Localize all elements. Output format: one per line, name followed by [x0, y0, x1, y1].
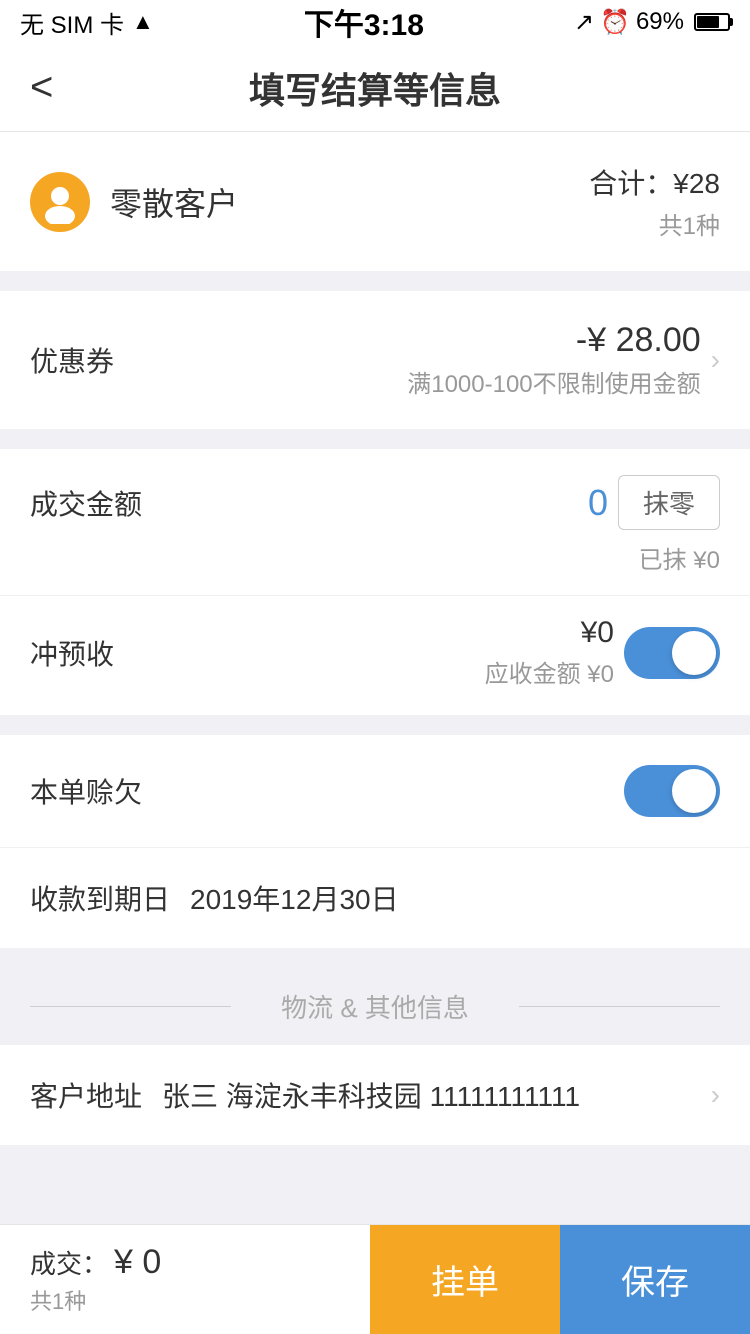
avatar	[30, 172, 90, 232]
address-value: 张三 海淀永丰科技园 11111111111	[162, 1075, 711, 1115]
bottom-amount: ¥ 0	[114, 1243, 161, 1282]
chevron-right-icon: ›	[711, 344, 720, 376]
coupon-row[interactable]: 优惠券 -¥ 28.00 满1000-100不限制使用金额 ›	[0, 291, 750, 429]
bottom-deal-label: 成交：	[30, 1244, 108, 1281]
customer-right: 合计：¥28 共1种	[589, 162, 720, 241]
debt-section: 本单赊欠 收款到期日 2019年12月30日	[0, 735, 750, 948]
bottom-deal-line: 成交： ¥ 0	[30, 1243, 340, 1282]
discount-amount: -¥ 28.00	[407, 321, 700, 360]
customer-left: 零散客户	[30, 172, 238, 232]
time-label: 下午3:18	[304, 0, 424, 44]
battery-icon	[694, 13, 730, 31]
back-button[interactable]: <	[30, 65, 53, 110]
logistics-label: 物流 & 其他信息	[281, 988, 469, 1025]
coupon-desc: 满1000-100不限制使用金额	[407, 364, 700, 399]
hold-button[interactable]: 挂单	[370, 1225, 560, 1334]
coupon-right: -¥ 28.00 满1000-100不限制使用金额 ›	[407, 321, 720, 399]
location-icon: ↗	[574, 8, 594, 37]
duedate-value: 2019年12月30日	[190, 878, 399, 918]
battery-label: 69%	[636, 8, 684, 36]
page-title: 填写结算等信息	[249, 62, 501, 114]
prepay-amount: ¥0	[485, 616, 614, 650]
divider-left	[30, 1006, 231, 1007]
status-bar: 无 SIM 卡 ▲ 下午3:18 ↗ ⏰ 69%	[0, 0, 750, 44]
bottom-bar: 成交： ¥ 0 共1种 挂单 保存	[0, 1224, 750, 1334]
debt-toggle[interactable]	[624, 765, 720, 817]
bottom-info: 成交： ¥ 0 共1种	[0, 1243, 370, 1316]
deal-label: 成交金额	[30, 483, 142, 523]
prepay-receivable: 应收金额 ¥0	[485, 654, 614, 689]
coupon-info: -¥ 28.00 满1000-100不限制使用金额	[407, 321, 700, 399]
prepay-right: ¥0 应收金额 ¥0	[485, 616, 720, 689]
save-button[interactable]: 保存	[560, 1225, 750, 1334]
content: 零散客户 合计：¥28 共1种 优惠券 -¥ 28.00 满1000-100不限…	[0, 132, 750, 1285]
toggle-knob	[672, 631, 716, 675]
customer-section: 零散客户 合计：¥28 共1种	[0, 132, 750, 271]
status-left: 无 SIM 卡 ▲	[20, 5, 154, 40]
deal-section: 成交金额 0 抹零 已抹 ¥0 冲预收 ¥0 应收金额 ¥0	[0, 449, 750, 715]
round-button[interactable]: 抹零	[618, 475, 720, 530]
debt-toggle-knob	[672, 769, 716, 813]
amount-right: 0 抹零	[588, 475, 720, 530]
already-rounded: 已抹 ¥0	[0, 540, 750, 595]
carrier-label: 无 SIM 卡	[20, 5, 124, 40]
status-right: ↗ ⏰ 69%	[574, 8, 730, 37]
address-label: 客户地址	[30, 1075, 142, 1115]
nav-bar: < 填写结算等信息	[0, 44, 750, 132]
customer-row: 零散客户 合计：¥28 共1种	[0, 132, 750, 271]
debt-label: 本单赊欠	[30, 771, 142, 811]
coupon-label: 优惠券	[30, 340, 114, 380]
address-row[interactable]: 客户地址 张三 海淀永丰科技园 11111111111 ›	[0, 1045, 750, 1145]
prepay-toggle[interactable]	[624, 627, 720, 679]
prepay-label: 冲预收	[30, 633, 114, 673]
divider-right	[519, 1006, 720, 1007]
amount-row: 成交金额 0 抹零	[0, 449, 750, 540]
customer-name: 零散客户	[110, 179, 238, 225]
alarm-icon: ⏰	[600, 8, 630, 37]
duedate-label: 收款到期日	[30, 878, 170, 918]
bottom-count: 共1种	[30, 1284, 340, 1316]
address-section[interactable]: 客户地址 张三 海淀永丰科技园 11111111111 ›	[0, 1045, 750, 1145]
customer-count: 共1种	[589, 206, 720, 241]
deal-value[interactable]: 0	[588, 482, 608, 524]
coupon-section: 优惠券 -¥ 28.00 满1000-100不限制使用金额 ›	[0, 291, 750, 429]
duedate-row: 收款到期日 2019年12月30日	[0, 847, 750, 948]
wifi-icon: ▲	[132, 9, 154, 35]
address-chevron-icon: ›	[711, 1079, 720, 1111]
prepay-amounts: ¥0 应收金额 ¥0	[485, 616, 614, 689]
logistics-header: 物流 & 其他信息	[0, 968, 750, 1045]
customer-total: 合计：¥28	[589, 162, 720, 202]
debt-row: 本单赊欠	[0, 735, 750, 847]
prepay-row: 冲预收 ¥0 应收金额 ¥0	[0, 595, 750, 715]
